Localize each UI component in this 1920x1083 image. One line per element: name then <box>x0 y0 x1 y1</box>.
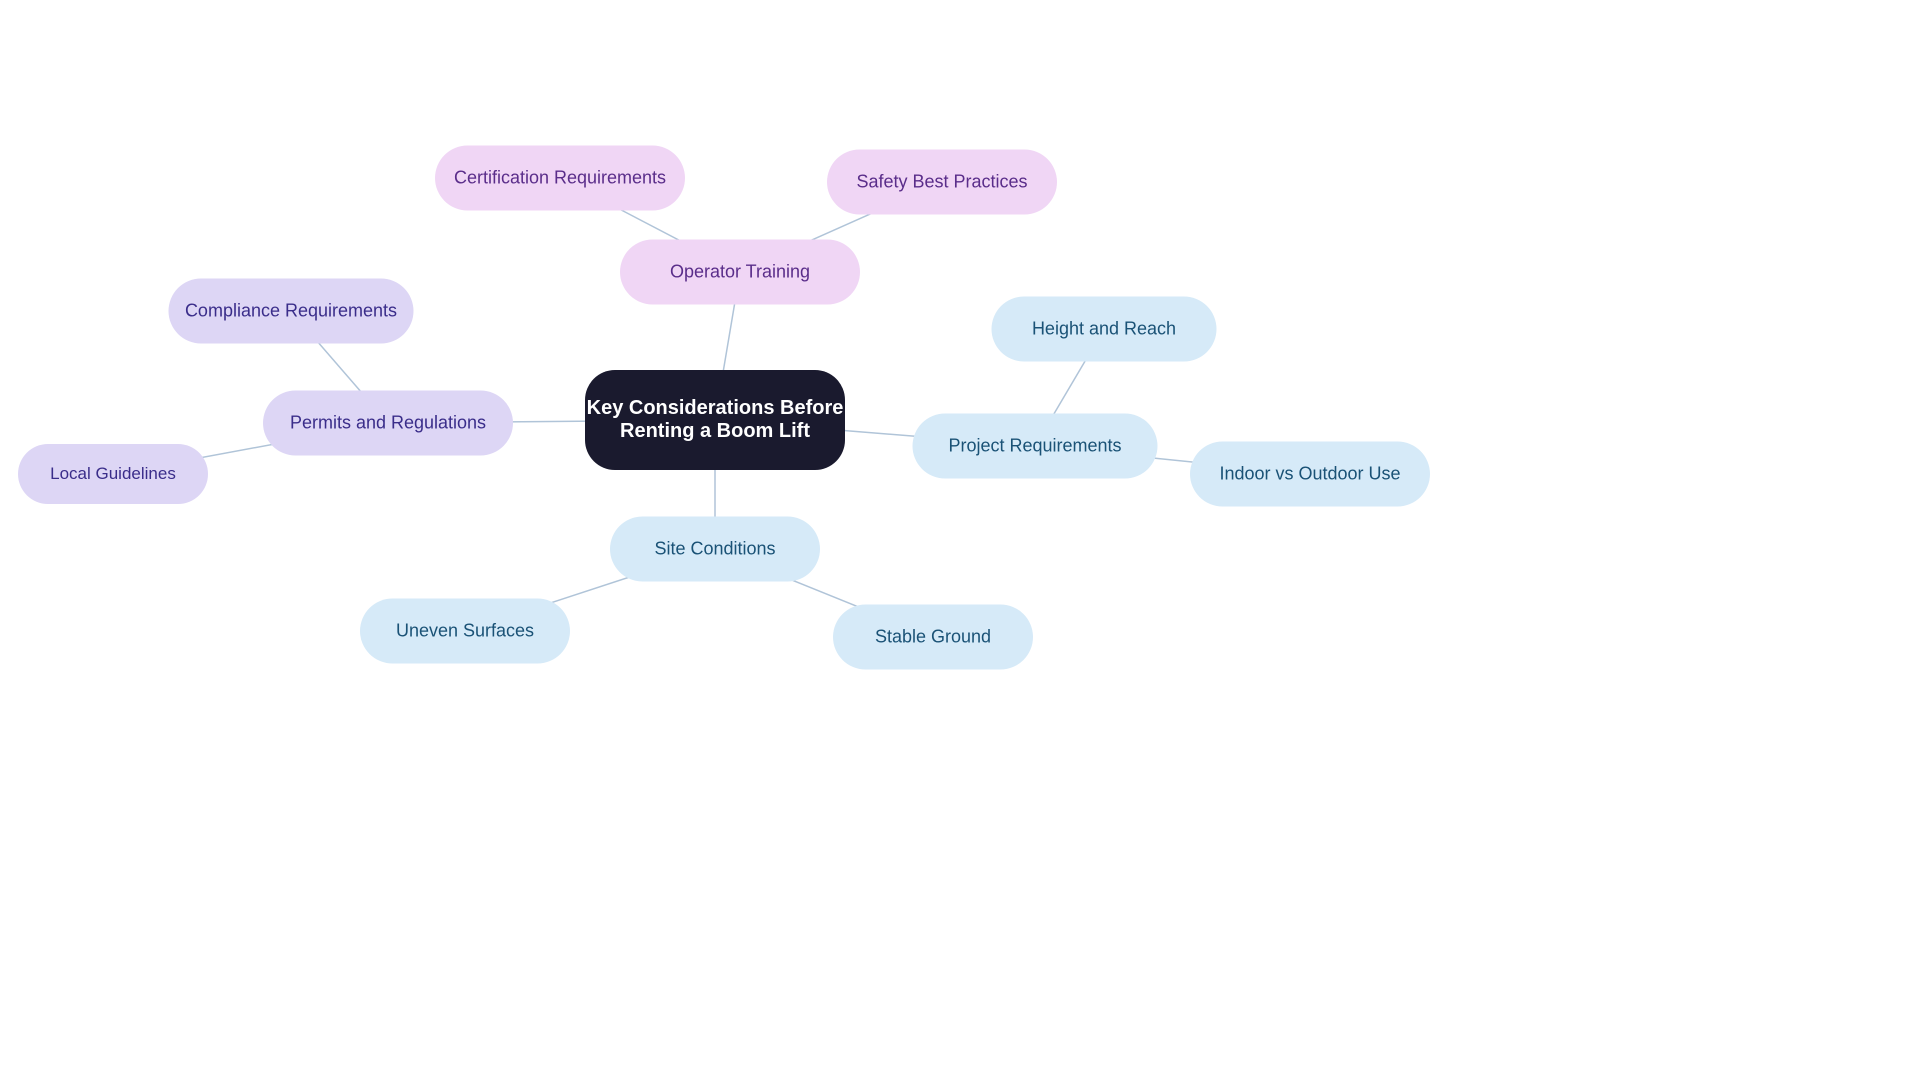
stable-ground-label: Stable Ground <box>875 627 991 648</box>
local-guidelines-label: Local Guidelines <box>50 464 176 484</box>
local-guidelines-node[interactable]: Local Guidelines <box>18 444 208 504</box>
site-conditions-label: Site Conditions <box>654 539 775 560</box>
compliance-requirements-label: Compliance Requirements <box>185 301 397 322</box>
stable-ground-node[interactable]: Stable Ground <box>833 605 1033 670</box>
operator-training-node[interactable]: Operator Training <box>620 240 860 305</box>
certification-requirements-node[interactable]: Certification Requirements <box>435 146 685 211</box>
safety-best-practices-label: Safety Best Practices <box>856 172 1027 193</box>
permits-regulations-node[interactable]: Permits and Regulations <box>263 391 513 456</box>
height-reach-label: Height and Reach <box>1032 319 1176 340</box>
height-reach-node[interactable]: Height and Reach <box>992 297 1217 362</box>
safety-best-practices-node[interactable]: Safety Best Practices <box>827 150 1057 215</box>
project-requirements-label: Project Requirements <box>948 436 1121 457</box>
certification-requirements-label: Certification Requirements <box>454 168 666 189</box>
indoor-outdoor-label: Indoor vs Outdoor Use <box>1219 464 1400 485</box>
operator-training-label: Operator Training <box>670 262 810 283</box>
project-requirements-node[interactable]: Project Requirements <box>913 414 1158 479</box>
compliance-requirements-node[interactable]: Compliance Requirements <box>169 279 414 344</box>
site-conditions-node[interactable]: Site Conditions <box>610 517 820 582</box>
center-node[interactable]: Key Considerations Before Renting a Boom… <box>585 370 845 470</box>
indoor-outdoor-node[interactable]: Indoor vs Outdoor Use <box>1190 442 1430 507</box>
permits-regulations-label: Permits and Regulations <box>290 413 486 434</box>
uneven-surfaces-label: Uneven Surfaces <box>396 621 534 642</box>
uneven-surfaces-node[interactable]: Uneven Surfaces <box>360 599 570 664</box>
center-node-label: Key Considerations Before Renting a Boom… <box>587 397 844 443</box>
